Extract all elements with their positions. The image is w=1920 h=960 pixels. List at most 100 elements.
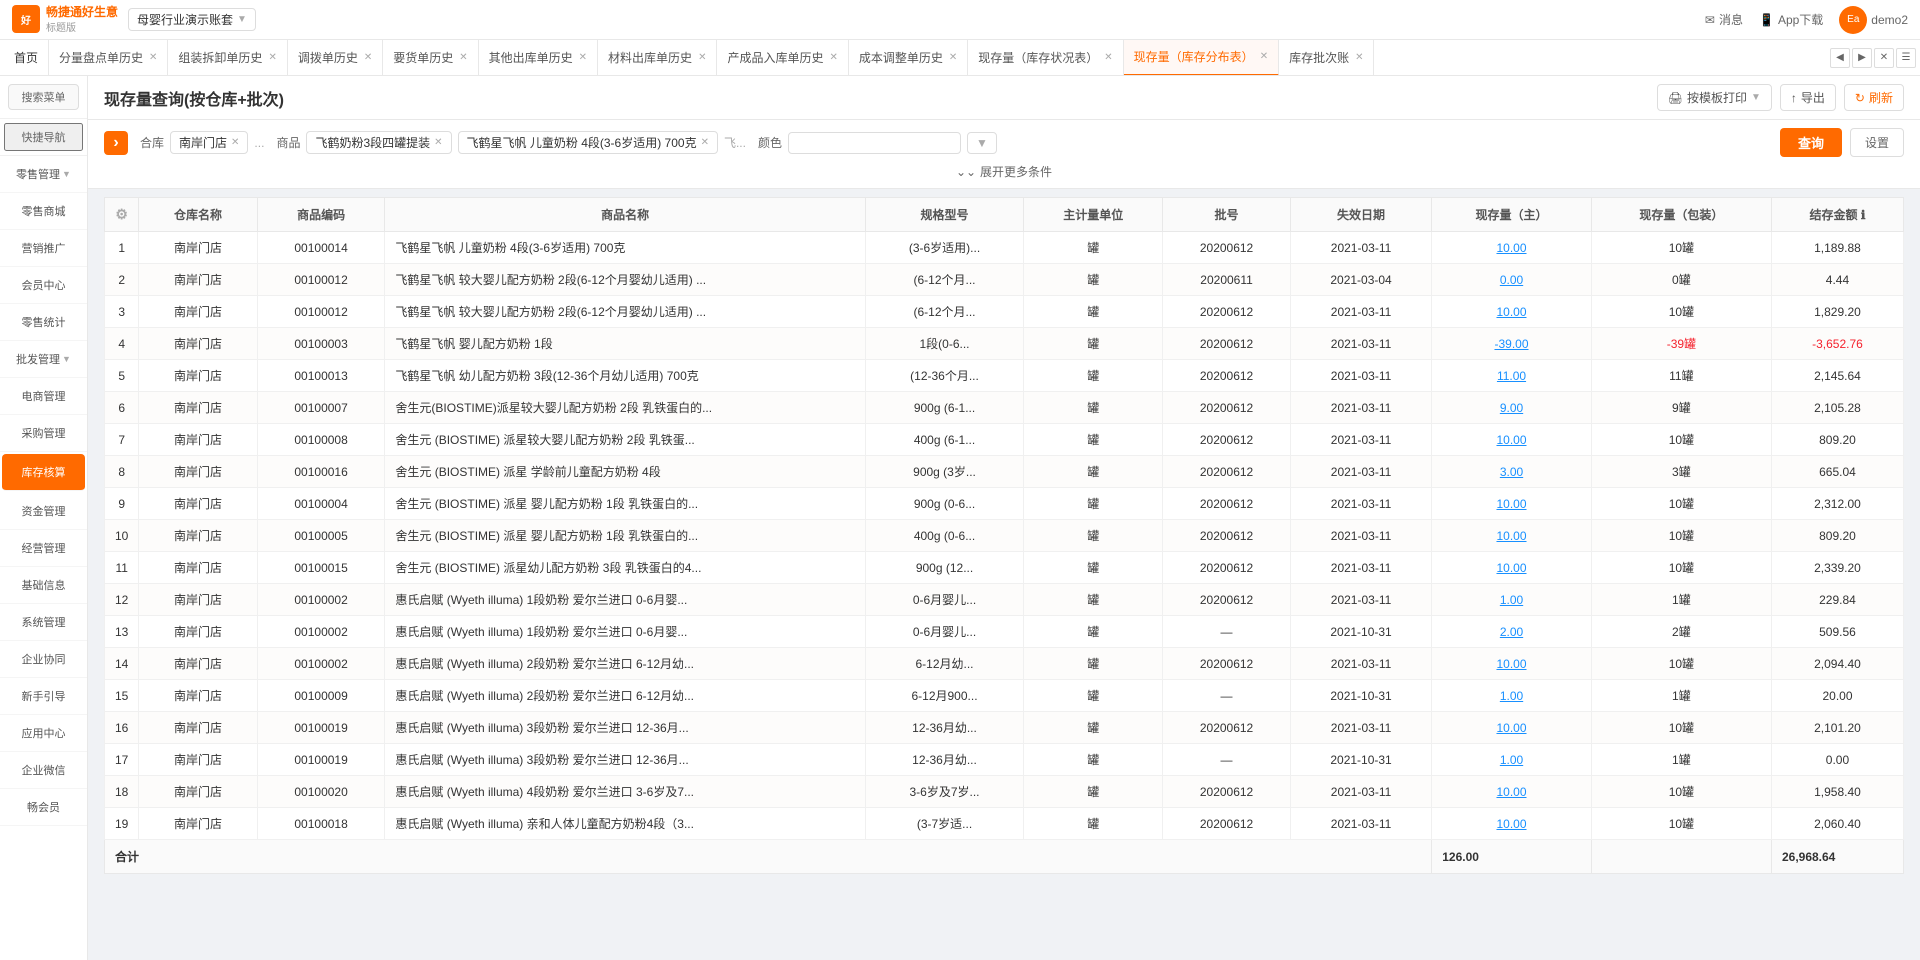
row-qty-main[interactable]: 10.00 [1432, 520, 1592, 552]
tab-close-icon[interactable]: ✕ [268, 52, 276, 63]
tab-close-icon[interactable]: ✕ [364, 52, 372, 63]
tab-close-icon[interactable]: ✕ [459, 52, 467, 63]
product-tag-close-icon[interactable]: ✕ [701, 137, 709, 148]
sidebar-item-wholesale[interactable]: 批发管理 ▼ [0, 341, 87, 378]
breadcrumb-select[interactable]: 母婴行业演示账套 ▼ [128, 8, 256, 31]
row-code: 00100019 [257, 744, 385, 776]
warehouse-tag[interactable]: 南岸门店 ✕ [170, 131, 248, 154]
logo-area: 好 畅捷通好生意 标题版 [12, 5, 118, 34]
tab-menu-button[interactable]: ☰ [1896, 48, 1916, 68]
product-tag-close-icon[interactable]: ✕ [434, 137, 442, 148]
expand-more-button[interactable]: ⌄⌄ 展开更多条件 [104, 163, 1904, 180]
sidebar-item-purchase[interactable]: 采购管理 [0, 415, 87, 452]
color-filter-input[interactable] [788, 132, 961, 154]
tab-disassembly[interactable]: 组装拆卸单历史 ✕ [168, 40, 287, 76]
sidebar-item-member-card[interactable]: 畅会员 [0, 789, 87, 826]
tab-next-button[interactable]: ▶ [1852, 48, 1872, 68]
sidebar-item-guide[interactable]: 新手引导 [0, 678, 87, 715]
export-button[interactable]: ↑ 导出 [1780, 84, 1836, 111]
tab-close-icon[interactable]: ✕ [1104, 52, 1112, 63]
row-qty-main[interactable]: 10.00 [1432, 424, 1592, 456]
app-download-button[interactable]: 📱 App下载 [1759, 11, 1823, 28]
sidebar-item-members[interactable]: 会员中心 [0, 267, 87, 304]
row-qty-main[interactable]: 0.00 [1432, 264, 1592, 296]
row-expiry: 2021-03-11 [1290, 424, 1431, 456]
row-batch: 20200612 [1163, 584, 1291, 616]
settings-button[interactable]: 设置 [1850, 128, 1904, 157]
search-menu-button[interactable]: 搜索菜单 [8, 84, 79, 110]
tab-close-icon[interactable]: ✕ [1260, 51, 1268, 62]
row-qty-main[interactable]: 10.00 [1432, 296, 1592, 328]
row-amount: -3,652.76 [1771, 328, 1903, 360]
tab-close-icon[interactable]: ✕ [149, 52, 157, 63]
tab-requisition[interactable]: 要货单历史 ✕ [383, 40, 478, 76]
row-qty-main[interactable]: 10.00 [1432, 776, 1592, 808]
row-qty-main[interactable]: 10.00 [1432, 808, 1592, 840]
row-qty-main[interactable]: 10.00 [1432, 488, 1592, 520]
sidebar-item-retail-shop[interactable]: 零售商城 [0, 193, 87, 230]
sidebar-item-system[interactable]: 系统管理 [0, 604, 87, 641]
sidebar-item-cooperation[interactable]: 企业协同 [0, 641, 87, 678]
tab-prev-button[interactable]: ◀ [1830, 48, 1850, 68]
row-qty-main[interactable]: 1.00 [1432, 680, 1592, 712]
quick-nav-button[interactable]: 快捷导航 [4, 123, 83, 151]
user-profile[interactable]: Ea demo2 [1839, 6, 1908, 34]
tab-other-out[interactable]: 其他出库单历史 ✕ [479, 40, 598, 76]
row-code: 00100012 [257, 296, 385, 328]
sidebar-item-ecommerce[interactable]: 电商管理 [0, 378, 87, 415]
row-qty-main[interactable]: 10.00 [1432, 648, 1592, 680]
row-qty-main[interactable]: -39.00 [1432, 328, 1592, 360]
row-qty-main[interactable]: 10.00 [1432, 712, 1592, 744]
search-button[interactable]: 查询 [1780, 128, 1842, 157]
product-tag-2[interactable]: 飞鹤星飞帆 儿童奶粉 4段(3-6岁适用) 700克 ✕ [458, 131, 718, 154]
row-batch: — [1163, 744, 1291, 776]
sidebar-item-operations[interactable]: 经营管理 [0, 530, 87, 567]
table-col-settings[interactable]: ⚙ [105, 198, 139, 232]
refresh-button[interactable]: ↻ 刷新 [1844, 84, 1904, 111]
tab-batch-voucher[interactable]: 库存批次账 ✕ [1279, 40, 1374, 76]
tab-stock-dist[interactable]: 现存量（库存分布表） ✕ [1124, 40, 1279, 76]
tab-material-out[interactable]: 材料出库单历史 ✕ [598, 40, 717, 76]
template-print-button[interactable]: 🖨 按模板打印 ▼ [1657, 84, 1772, 111]
tab-close-icon[interactable]: ✕ [949, 52, 957, 63]
tab-picking[interactable]: 调拨单历史 ✕ [288, 40, 383, 76]
warehouse-more-icon[interactable]: ... [254, 136, 264, 150]
tab-close-icon[interactable]: ✕ [829, 52, 837, 63]
product-tag-1[interactable]: 飞鹤奶粉3段四罐提装 ✕ [306, 131, 451, 154]
row-qty-main[interactable]: 11.00 [1432, 360, 1592, 392]
row-qty-main[interactable]: 9.00 [1432, 392, 1592, 424]
row-qty-main[interactable]: 1.00 [1432, 584, 1592, 616]
row-qty-main[interactable]: 10.00 [1432, 232, 1592, 264]
tab-close-icon[interactable]: ✕ [579, 52, 587, 63]
tab-product-in[interactable]: 产成品入库单历史 ✕ [717, 40, 848, 76]
sidebar-item-basics[interactable]: 基础信息 [0, 567, 87, 604]
tab-stock-status[interactable]: 现存量（库存状况表） ✕ [968, 40, 1123, 76]
sidebar-item-enterprise-wechat[interactable]: 企业微信 [0, 752, 87, 789]
sidebar-item-retail[interactable]: 零售管理 ▼ [0, 156, 87, 193]
message-button[interactable]: ✉ 消息 [1705, 11, 1743, 28]
sidebar-item-inventory[interactable]: 库存核算 [2, 454, 85, 491]
row-unit: 罐 [1024, 296, 1163, 328]
tab-close-icon[interactable]: ✕ [1355, 52, 1363, 63]
sidebar-search: 搜索菜单 [0, 76, 87, 119]
sidebar-item-finance[interactable]: 资金管理 [0, 493, 87, 530]
sidebar-item-retail-stats[interactable]: 零售统计 [0, 304, 87, 341]
row-qty-main[interactable]: 10.00 [1432, 552, 1592, 584]
tab-cost-adjust[interactable]: 成本调整单历史 ✕ [849, 40, 968, 76]
row-amount: 809.20 [1771, 520, 1903, 552]
warehouse-tag-close-icon[interactable]: ✕ [231, 137, 239, 148]
row-qty-main[interactable]: 1.00 [1432, 744, 1592, 776]
filter-expand-button[interactable]: › [104, 131, 128, 155]
gear-icon[interactable]: ⚙ [115, 206, 128, 222]
sidebar-item-marketing[interactable]: 营销推广 [0, 230, 87, 267]
row-batch: 20200612 [1163, 296, 1291, 328]
tab-inventory-split[interactable]: 分量盘点单历史 ✕ [49, 40, 168, 76]
tab-home[interactable]: 首页 [4, 40, 49, 76]
color-dropdown-button[interactable]: ▼ [967, 132, 997, 154]
row-batch: 20200612 [1163, 648, 1291, 680]
sidebar-item-app-center[interactable]: 应用中心 [0, 715, 87, 752]
row-qty-main[interactable]: 3.00 [1432, 456, 1592, 488]
row-qty-main[interactable]: 2.00 [1432, 616, 1592, 648]
tab-close-icon[interactable]: ✕ [698, 52, 706, 63]
tab-close-button[interactable]: ✕ [1874, 48, 1894, 68]
